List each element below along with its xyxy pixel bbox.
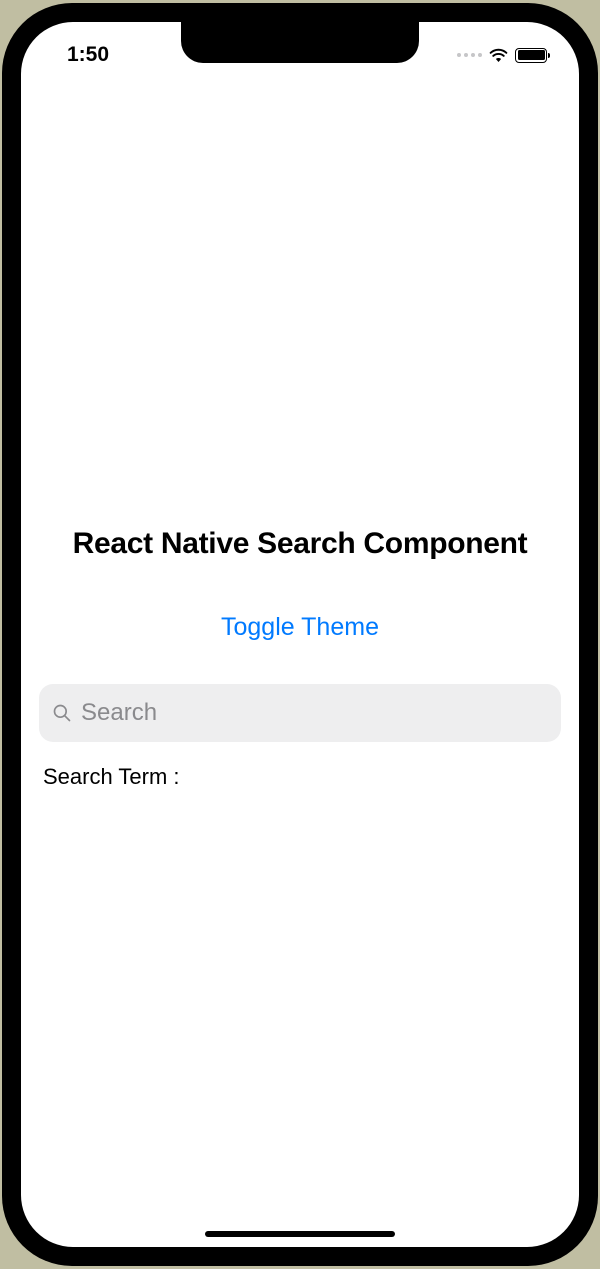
screen: 1:50 React Native Search Component Toggl…	[21, 22, 579, 1247]
toggle-theme-button[interactable]: Toggle Theme	[21, 613, 579, 642]
status-icons	[457, 41, 551, 63]
content-area: React Native Search Component Toggle The…	[21, 22, 579, 1247]
notch	[181, 22, 419, 63]
search-bar[interactable]	[39, 684, 561, 742]
page-title: React Native Search Component	[21, 527, 579, 561]
signal-dots-icon	[457, 53, 482, 57]
status-time: 1:50	[49, 37, 109, 67]
device-frame: 1:50 React Native Search Component Toggl…	[2, 3, 598, 1266]
battery-icon	[515, 48, 547, 63]
search-icon	[51, 702, 73, 724]
search-term-label: Search Term :	[43, 764, 579, 790]
home-indicator[interactable]	[205, 1231, 395, 1237]
search-input[interactable]	[81, 699, 549, 727]
wifi-icon	[488, 47, 509, 63]
